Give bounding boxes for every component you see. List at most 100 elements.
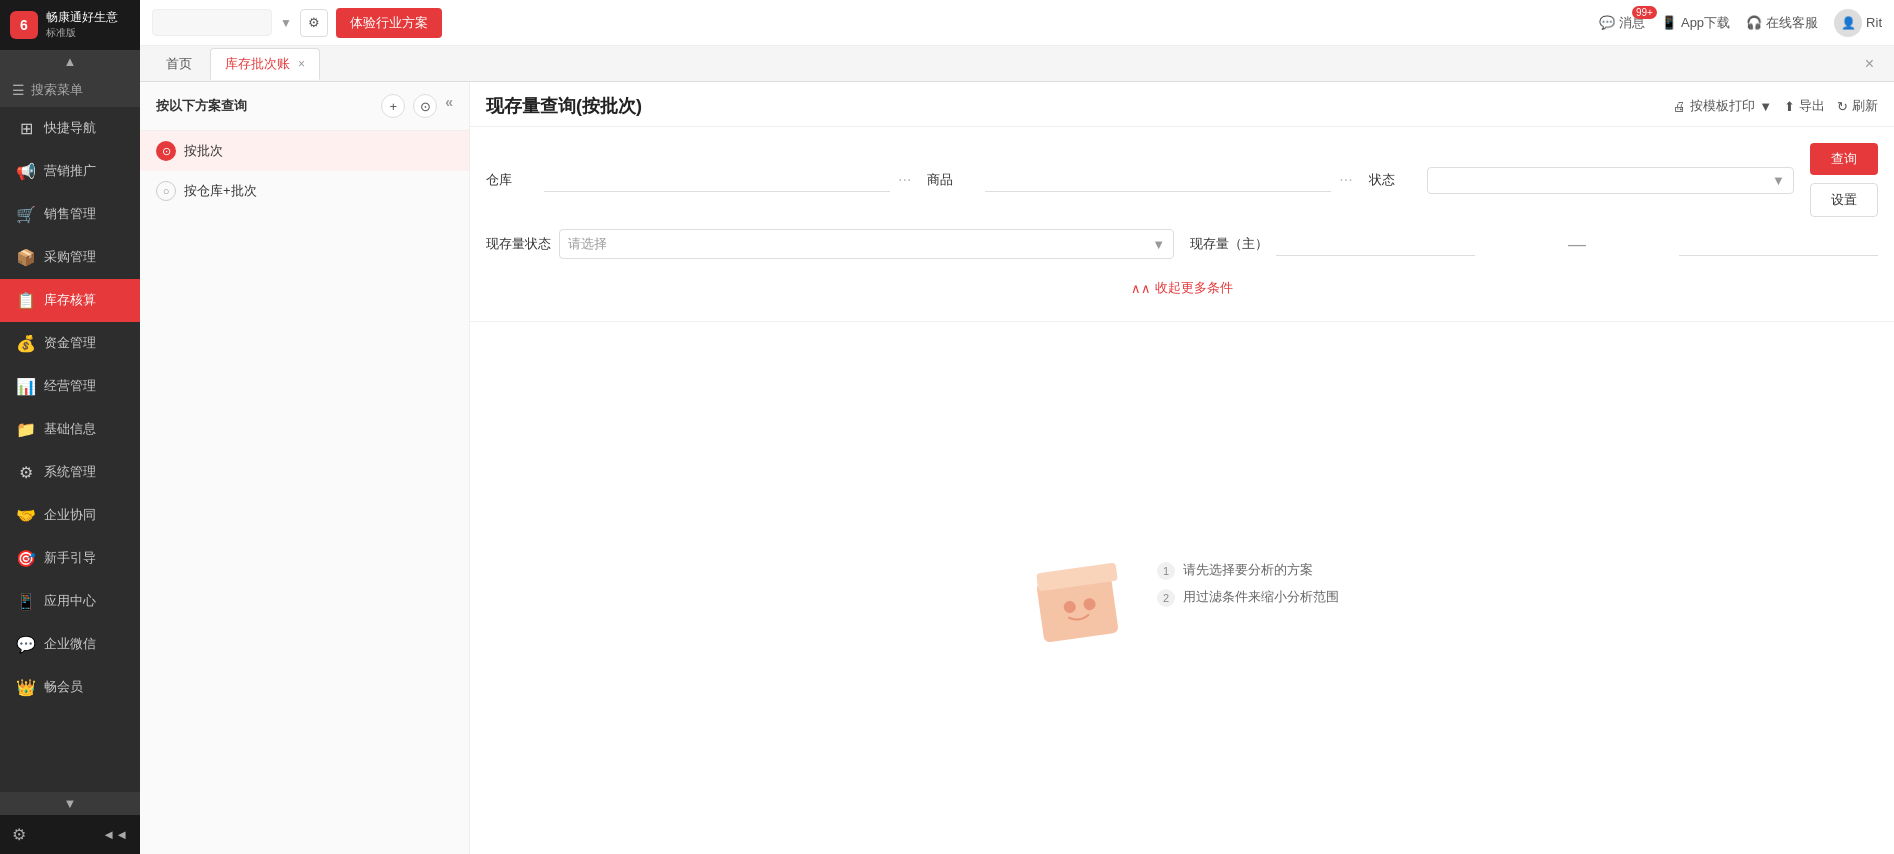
sidebar-item-member[interactable]: 👑 畅会员 (0, 666, 140, 709)
warehouse-more-icon[interactable]: ··· (898, 171, 911, 189)
panel-close-button[interactable]: × (1857, 55, 1882, 73)
content-actions: 🖨 按模板打印 ▼ ⬆ 导出 ↻ 刷新 (1673, 97, 1878, 115)
sidebar-settings-icon[interactable]: ⚙ (12, 825, 26, 844)
query-button[interactable]: 查询 (1810, 143, 1878, 175)
sidebar-scroll-down[interactable]: ▼ (0, 792, 140, 815)
topbar-search-area[interactable] (152, 9, 272, 36)
nav-label-enterprise: 企业协同 (44, 506, 96, 524)
tabbar: 首页 库存批次账 × × (140, 46, 1894, 82)
tab-batch-account[interactable]: 库存批次账 × (210, 48, 320, 80)
export-button[interactable]: ⬆ 导出 (1784, 97, 1825, 115)
status-label: 状态 (1369, 171, 1419, 189)
sidebar-item-system[interactable]: ⚙ 系统管理 (0, 451, 140, 494)
nav-icon-newbie: 🎯 (16, 549, 36, 568)
sidebar-item-operation[interactable]: 📊 经营管理 (0, 365, 140, 408)
nav-label-basic: 基础信息 (44, 420, 96, 438)
sidebar-footer: ⚙ ◄◄ (0, 815, 140, 854)
nav-icon-quick-nav: ⊞ (16, 119, 36, 138)
scheme-icon-active: ⊙ (156, 141, 176, 161)
stock-qty-from-input[interactable] (1276, 232, 1475, 256)
avatar: 👤 (1834, 9, 1862, 37)
nav-icon-wechat: 💬 (16, 635, 36, 654)
scheme-label-by-warehouse-batch: 按仓库+批次 (184, 182, 257, 200)
collapse-label: 收起更多条件 (1155, 279, 1233, 297)
filter-section: 仓库 ··· 商品 ··· 状态 ▼ (470, 127, 1894, 322)
topbar-settings-button[interactable]: ⚙ (300, 9, 328, 37)
status-select[interactable]: ▼ (1427, 167, 1794, 194)
sidebar-item-quick-nav[interactable]: ⊞ 快捷导航 (0, 107, 140, 150)
scheme-icon-inactive: ○ (156, 181, 176, 201)
tab-batch-account-label: 库存批次账 (225, 55, 290, 73)
empty-hint-2: 2 用过滤条件来缩小分析范围 (1157, 588, 1339, 607)
tab-home[interactable]: 首页 (152, 49, 206, 79)
sidebar-search[interactable]: ☰ 搜索菜单 (0, 73, 140, 107)
sidebar-item-purchase[interactable]: 📦 采购管理 (0, 236, 140, 279)
product-label: 商品 (927, 171, 977, 189)
refresh-button[interactable]: ↻ 刷新 (1837, 97, 1878, 115)
sidebar-item-sales[interactable]: 🛒 销售管理 (0, 193, 140, 236)
nav-label-sales: 销售管理 (44, 205, 96, 223)
stock-status-placeholder: 请选择 (568, 235, 607, 253)
online-service-button[interactable]: 🎧 在线客服 (1746, 14, 1818, 32)
app-download-button[interactable]: 📱 App下载 (1661, 14, 1730, 32)
add-scheme-button[interactable]: + (381, 94, 405, 118)
sidebar-item-enterprise[interactable]: 🤝 企业协同 (0, 494, 140, 537)
warehouse-input[interactable] (544, 168, 890, 192)
sidebar-collapse-icon[interactable]: ◄◄ (102, 827, 128, 842)
page-title: 现存量查询(按批次) (486, 94, 642, 118)
sidebar-item-appstore[interactable]: 📱 应用中心 (0, 580, 140, 623)
filter-stock-qty: 现存量（主） — (1190, 232, 1878, 256)
product-more-icon[interactable]: ··· (1339, 171, 1352, 189)
nav-icon-system: ⚙ (16, 463, 36, 482)
settings-button[interactable]: 设置 (1810, 183, 1878, 217)
nav-label-inventory: 库存核算 (44, 291, 96, 309)
user-avatar-group[interactable]: 👤 Rit (1834, 9, 1882, 37)
nav-label-wechat: 企业微信 (44, 635, 96, 653)
sidebar-nav: ⊞ 快捷导航 📢 营销推广 🛒 销售管理 📦 采购管理 📋 库存核算 💰 资金管… (0, 107, 140, 792)
stock-qty-to-input[interactable] (1679, 232, 1878, 256)
nav-icon-marketing: 📢 (16, 162, 36, 181)
scheme-item-by-batch[interactable]: ⊙ 按批次 (140, 131, 469, 171)
print-button[interactable]: 🖨 按模板打印 ▼ (1673, 97, 1772, 115)
nav-icon-purchase: 📦 (16, 248, 36, 267)
stock-status-label: 现存量状态 (486, 235, 551, 253)
sidebar-item-basic[interactable]: 📁 基础信息 (0, 408, 140, 451)
topbar-right: 💬 消息 99+ 📱 App下载 🎧 在线客服 👤 Rit (1599, 9, 1882, 37)
sidebar-item-marketing[interactable]: 📢 营销推广 (0, 150, 140, 193)
filter-status: 状态 ▼ (1369, 167, 1794, 194)
topbar-chevron-icon[interactable]: ▼ (280, 16, 292, 30)
scheme-item-by-warehouse-batch[interactable]: ○ 按仓库+批次 (140, 171, 469, 211)
sidebar-item-newbie[interactable]: 🎯 新手引导 (0, 537, 140, 580)
print-icon: 🖨 (1673, 99, 1686, 114)
panel-title: 按以下方案查询 (156, 97, 247, 115)
scheme-settings-icon: ⊙ (420, 99, 431, 114)
scheme-settings-button[interactable]: ⊙ (413, 94, 437, 118)
topbar-search-text (161, 14, 173, 31)
online-service-label: 在线客服 (1766, 14, 1818, 32)
nav-icon-inventory: 📋 (16, 291, 36, 310)
stock-status-select[interactable]: 请选择 ▼ (559, 229, 1174, 259)
export-label: 导出 (1799, 97, 1825, 115)
left-panel: 按以下方案查询 + ⊙ « ⊙ 按批次 ○ 按仓库+批次 (140, 82, 470, 854)
search-icon: ☰ (12, 82, 25, 98)
nav-icon-enterprise: 🤝 (16, 506, 36, 525)
sidebar-item-inventory[interactable]: 📋 库存核算 (0, 279, 140, 322)
try-industry-button[interactable]: 体验行业方案 (336, 8, 442, 38)
stock-qty-dash: — (1483, 234, 1670, 255)
tab-home-label: 首页 (166, 55, 192, 73)
sidebar: 6 畅康通好生意 标准版 ▲ ☰ 搜索菜单 ⊞ 快捷导航 📢 营销推广 🛒 销售… (0, 0, 140, 854)
topbar-left: ▼ ⚙ 体验行业方案 (152, 8, 1591, 38)
nav-label-member: 畅会员 (44, 678, 83, 696)
product-input[interactable] (985, 168, 1331, 192)
filter-warehouse: 仓库 ··· (486, 168, 911, 192)
panel-collapse-button[interactable]: « (445, 94, 453, 118)
sidebar-scroll-up[interactable]: ▲ (0, 50, 140, 73)
tab-batch-account-close[interactable]: × (298, 57, 305, 71)
sidebar-item-finance[interactable]: 💰 资金管理 (0, 322, 140, 365)
message-button[interactable]: 💬 消息 99+ (1599, 14, 1645, 32)
collapse-more-bar[interactable]: ∧∧ 收起更多条件 (486, 271, 1878, 305)
export-icon: ⬆ (1784, 99, 1795, 114)
message-badge: 99+ (1632, 6, 1657, 19)
app-edition: 标准版 (46, 26, 118, 40)
sidebar-item-wechat[interactable]: 💬 企业微信 (0, 623, 140, 666)
